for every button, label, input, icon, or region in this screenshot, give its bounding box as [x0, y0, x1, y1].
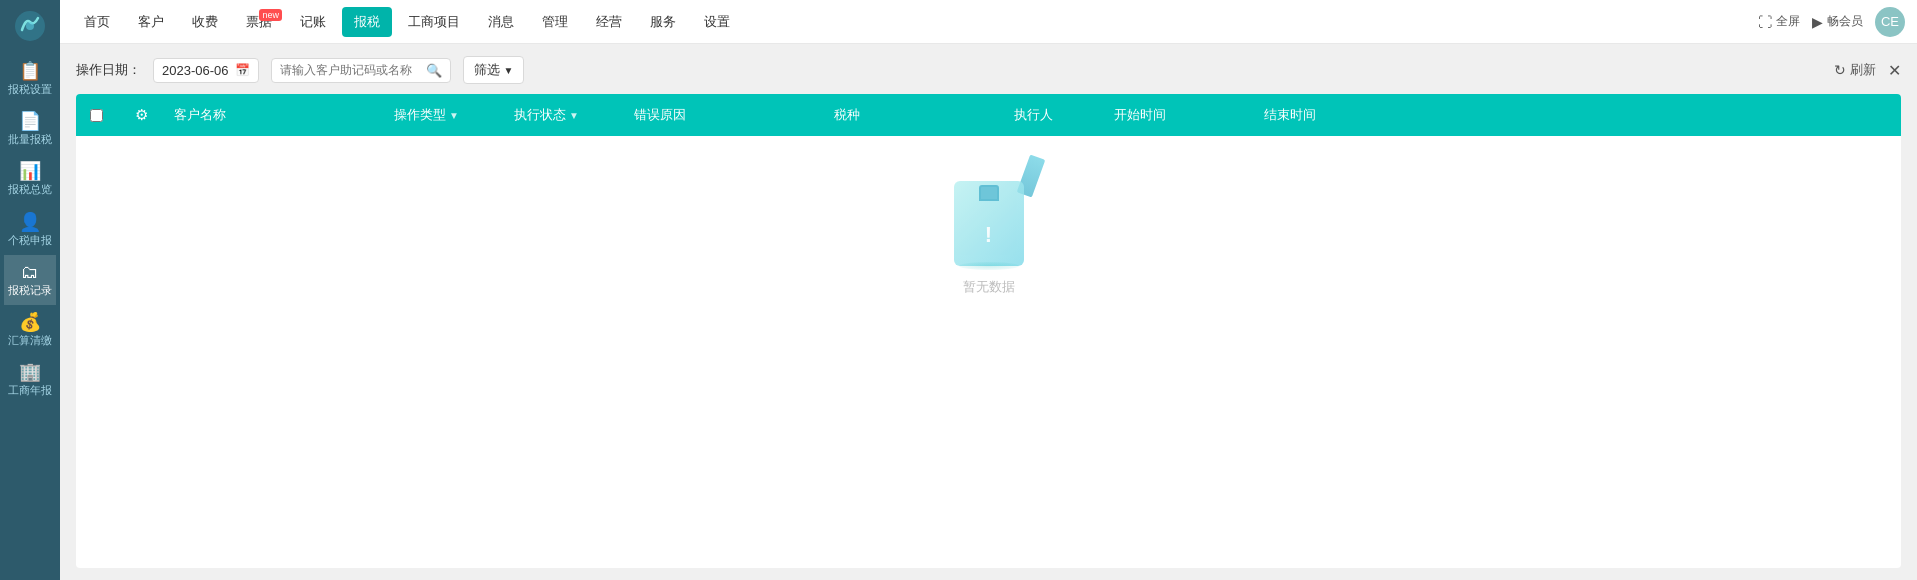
nav-item-gongshang-xiangmu[interactable]: 工商项目: [396, 7, 472, 37]
nav-item-guanli[interactable]: 管理: [530, 7, 580, 37]
nav-item-jingying[interactable]: 经营: [584, 7, 634, 37]
th-executor: 执行人: [1006, 106, 1106, 124]
sidebar-icon-baoshui-zonglan: 📊: [19, 162, 41, 180]
sidebar: 📋 报税设置 📄 批量报税 📊 报税总览 👤 个税申报 🗂 报税记录 💰 汇算清缴 🏢 工商年报: [0, 0, 60, 580]
svg-point-1: [26, 22, 34, 30]
sidebar-item-huisuan-jiaona[interactable]: 💰 汇算清缴: [4, 305, 56, 355]
filter-label: 筛选: [474, 61, 500, 79]
empty-illustration: !: [939, 156, 1039, 266]
content: 操作日期： 2023-06-06 📅 🔍 筛选 ▼ ↻ 刷新 ✕: [60, 44, 1917, 580]
nav-badge-piaoju: new: [259, 9, 282, 22]
table-scroll-area[interactable]: ! 暂无数据: [76, 136, 1901, 568]
fullscreen-icon: ⛶: [1758, 14, 1772, 30]
th-label-executor: 执行人: [1014, 106, 1053, 124]
member-icon: ▶: [1812, 14, 1823, 30]
sidebar-icon-huisuan-jiaona: 💰: [19, 313, 41, 331]
sidebar-icon-geshui-shenbao: 👤: [19, 213, 41, 231]
sidebar-label-baoshui-jilu: 报税记录: [8, 284, 52, 297]
sidebar-icon-piliang-baoshui: 📄: [19, 112, 41, 130]
th-tax-type: 税种: [826, 106, 1006, 124]
calendar-icon: 📅: [235, 63, 250, 77]
sidebar-item-geshui-shenbao[interactable]: 👤 个税申报: [4, 205, 56, 255]
topnav-items: 首页客户收费票据new记账报税工商项目消息管理经营服务设置: [72, 7, 1758, 37]
sidebar-label-piliang-baoshui: 批量报税: [8, 133, 52, 146]
sidebar-logo[interactable]: [12, 8, 48, 44]
avatar[interactable]: CE: [1875, 7, 1905, 37]
th-label-exec-status: 执行状态: [514, 106, 566, 124]
sort-icon-operation-type: ▼: [449, 110, 459, 121]
sidebar-label-gongshang-nianbao: 工商年报: [8, 384, 52, 397]
sort-icon-exec-status: ▼: [569, 110, 579, 121]
sidebar-label-baoshui-shezhi: 报税设置: [8, 83, 52, 96]
refresh-label: 刷新: [1850, 61, 1876, 79]
th-label-end-time: 结束时间: [1264, 106, 1316, 124]
exclamation-icon: !: [985, 222, 992, 248]
fullscreen-button[interactable]: ⛶ 全屏: [1758, 13, 1800, 30]
th-operation-type[interactable]: 操作类型▼: [386, 106, 506, 124]
fullscreen-label: 全屏: [1776, 13, 1800, 30]
table-header: ⚙客户名称操作类型▼执行状态▼错误原因税种执行人开始时间结束时间: [76, 94, 1901, 136]
nav-item-baoshui[interactable]: 报税: [342, 7, 392, 37]
th-label-start-time: 开始时间: [1114, 106, 1166, 124]
sidebar-icon-baoshui-jilu: 🗂: [21, 263, 39, 281]
nav-item-jizhangg[interactable]: 记账: [288, 7, 338, 37]
date-input[interactable]: 2023-06-06 📅: [153, 58, 259, 83]
toolbar: 操作日期： 2023-06-06 📅 🔍 筛选 ▼ ↻ 刷新 ✕: [76, 56, 1901, 84]
date-label: 操作日期：: [76, 61, 141, 79]
filter-button[interactable]: 筛选 ▼: [463, 56, 525, 84]
close-button[interactable]: ✕: [1888, 61, 1901, 80]
sidebar-item-piliang-baoshui[interactable]: 📄 批量报税: [4, 104, 56, 154]
th-checkbox: [76, 109, 116, 122]
th-end-time: 结束时间: [1256, 106, 1386, 124]
toolbar-right: ↻ 刷新 ✕: [1834, 61, 1901, 80]
table-container: ⚙客户名称操作类型▼执行状态▼错误原因税种执行人开始时间结束时间 ! 暂: [76, 94, 1901, 568]
sidebar-item-gongshang-nianbao[interactable]: 🏢 工商年报: [4, 355, 56, 405]
nav-item-shoufei[interactable]: 收费: [180, 7, 230, 37]
th-label-error-reason: 错误原因: [634, 106, 686, 124]
th-exec-status[interactable]: 执行状态▼: [506, 106, 626, 124]
select-all-checkbox[interactable]: [90, 109, 103, 122]
sidebar-label-huisuan-jiaona: 汇算清缴: [8, 334, 52, 347]
sidebar-icon-gongshang-nianbao: 🏢: [19, 363, 41, 381]
drop-shadow: [959, 262, 1019, 270]
search-icon: 🔍: [426, 63, 442, 78]
sidebar-icon-baoshui-shezhi: 📋: [19, 62, 41, 80]
member-label: 畅会员: [1827, 13, 1863, 30]
clipboard-clip: [979, 185, 999, 201]
nav-item-shezhi[interactable]: 设置: [692, 7, 742, 37]
topnav-right: ⛶ 全屏 ▶ 畅会员 CE: [1758, 7, 1905, 37]
refresh-icon: ↻: [1834, 62, 1846, 78]
refresh-button[interactable]: ↻ 刷新: [1834, 61, 1876, 79]
th-start-time: 开始时间: [1106, 106, 1256, 124]
member-button[interactable]: ▶ 畅会员: [1812, 13, 1863, 30]
nav-item-fuwu[interactable]: 服务: [638, 7, 688, 37]
date-value: 2023-06-06: [162, 63, 229, 78]
sidebar-item-baoshui-zonglan[interactable]: 📊 报税总览: [4, 154, 56, 204]
sidebar-label-geshui-shenbao: 个税申报: [8, 234, 52, 247]
chevron-down-icon: ▼: [504, 65, 514, 76]
search-box[interactable]: 🔍: [271, 58, 451, 83]
empty-state: ! 暂无数据: [76, 136, 1901, 316]
gear-icon[interactable]: ⚙: [135, 106, 148, 124]
th-label-tax-type: 税种: [834, 106, 860, 124]
nav-item-shouye[interactable]: 首页: [72, 7, 122, 37]
nav-item-xiaoxi[interactable]: 消息: [476, 7, 526, 37]
topnav: 首页客户收费票据new记账报税工商项目消息管理经营服务设置 ⛶ 全屏 ▶ 畅会员…: [60, 0, 1917, 44]
nav-item-piaoju[interactable]: 票据new: [234, 7, 284, 37]
th-client-name: 客户名称: [166, 106, 386, 124]
th-gear: ⚙: [116, 106, 166, 124]
clipboard-body: !: [954, 181, 1024, 266]
sidebar-item-baoshui-jilu[interactable]: 🗂 报税记录: [4, 255, 56, 305]
nav-item-kehu[interactable]: 客户: [126, 7, 176, 37]
th-label-operation-type: 操作类型: [394, 106, 446, 124]
th-label-client-name: 客户名称: [174, 106, 226, 124]
th-error-reason: 错误原因: [626, 106, 826, 124]
main-area: 首页客户收费票据new记账报税工商项目消息管理经营服务设置 ⛶ 全屏 ▶ 畅会员…: [60, 0, 1917, 580]
sidebar-label-baoshui-zonglan: 报税总览: [8, 183, 52, 196]
empty-text: 暂无数据: [963, 278, 1015, 296]
search-input[interactable]: [280, 63, 420, 77]
sidebar-item-baoshui-shezhi[interactable]: 📋 报税设置: [4, 54, 56, 104]
